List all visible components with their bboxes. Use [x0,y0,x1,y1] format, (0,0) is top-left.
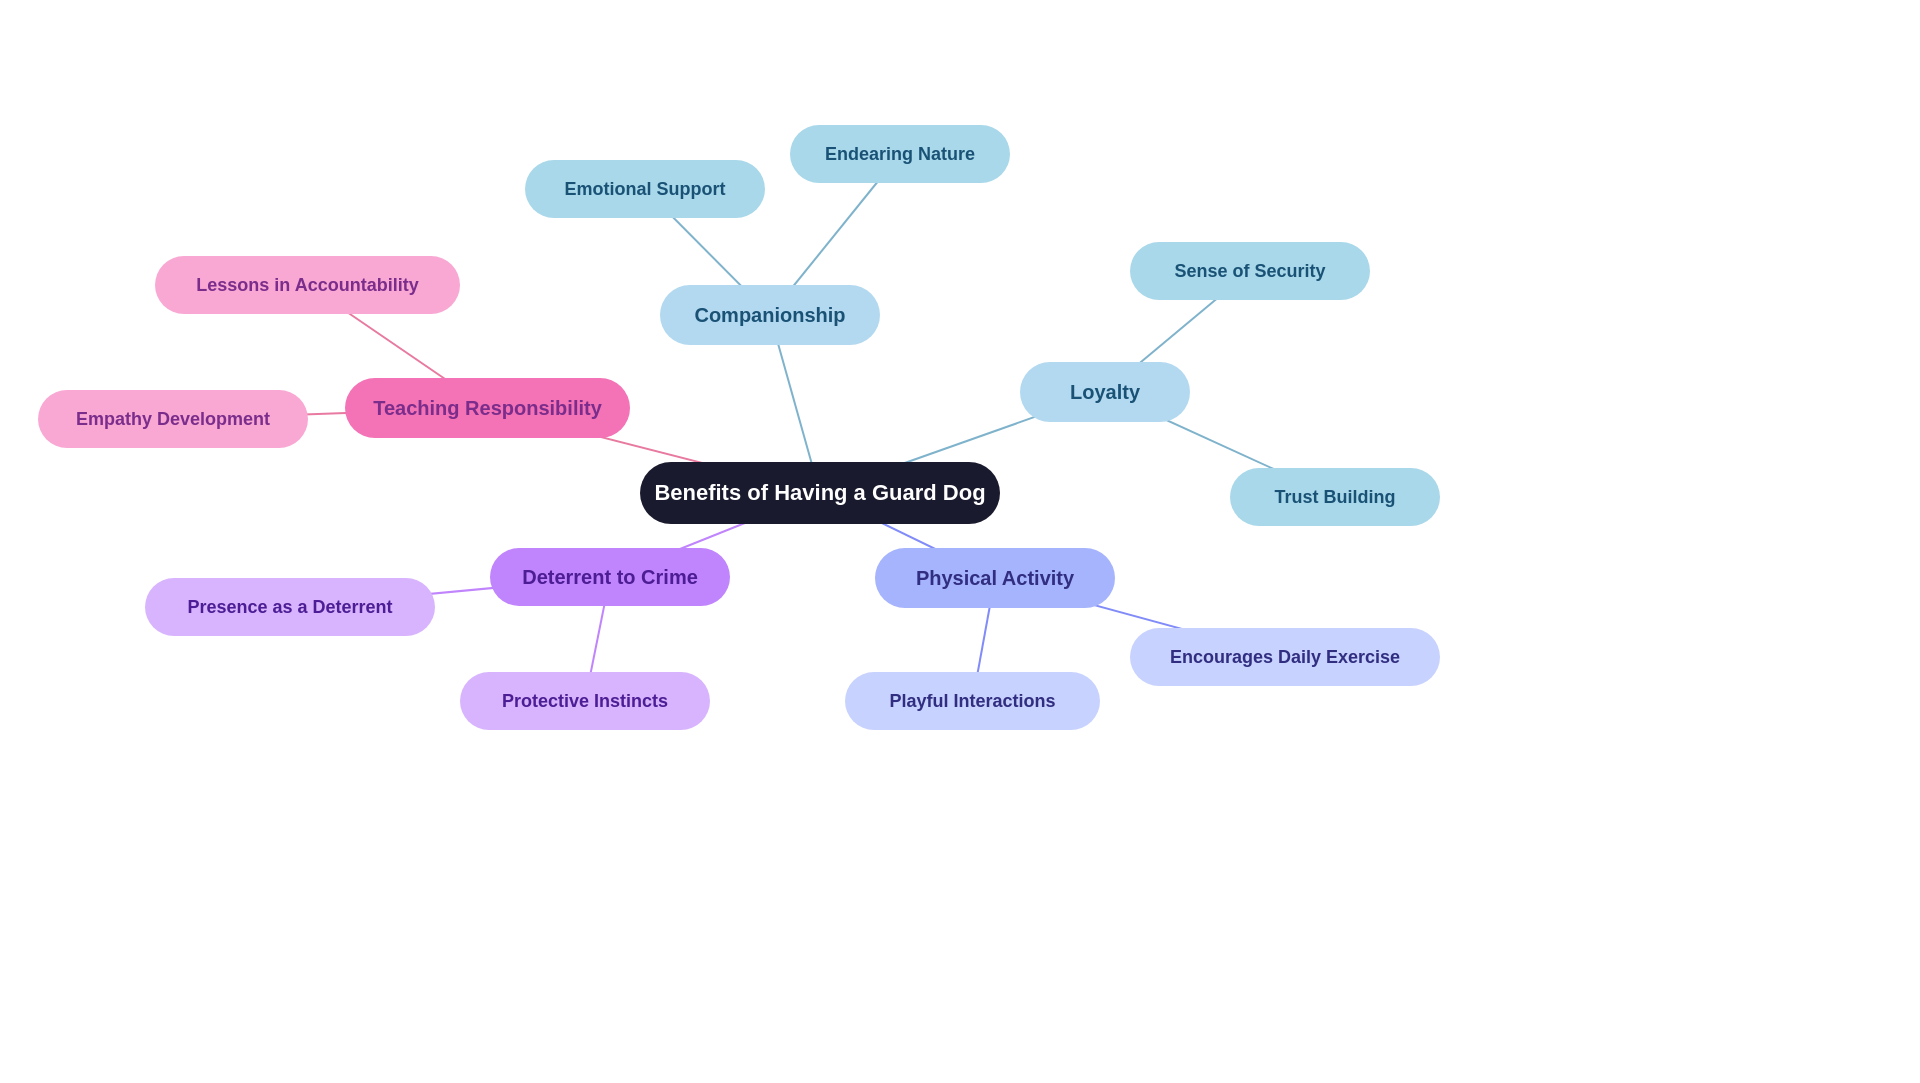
empathy-development-label: Empathy Development [76,409,270,430]
protective-instincts-label: Protective Instincts [502,691,668,712]
teaching-responsibility-node: Teaching Responsibility [345,378,630,438]
center-label: Benefits of Having a Guard Dog [654,480,985,506]
empathy-development-node: Empathy Development [38,390,308,448]
encourages-exercise-node: Encourages Daily Exercise [1130,628,1440,686]
emotional-support-node: Emotional Support [525,160,765,218]
lessons-accountability-node: Lessons in Accountability [155,256,460,314]
companionship-label: Companionship [694,304,845,327]
playful-interactions-node: Playful Interactions [845,672,1100,730]
deterrent-crime-label: Deterrent to Crime [522,566,698,589]
center-node: Benefits of Having a Guard Dog [640,462,1000,524]
endearing-nature-label: Endearing Nature [825,144,975,165]
endearing-nature-node: Endearing Nature [790,125,1010,183]
presence-deterrent-label: Presence as a Deterrent [187,597,392,618]
deterrent-crime-node: Deterrent to Crime [490,548,730,606]
companionship-node: Companionship [660,285,880,345]
sense-of-security-node: Sense of Security [1130,242,1370,300]
loyalty-node: Loyalty [1020,362,1190,422]
emotional-support-label: Emotional Support [565,179,726,200]
encourages-exercise-label: Encourages Daily Exercise [1170,647,1400,668]
presence-deterrent-node: Presence as a Deterrent [145,578,435,636]
physical-activity-label: Physical Activity [916,567,1074,590]
lessons-accountability-label: Lessons in Accountability [196,275,418,296]
teaching-responsibility-label: Teaching Responsibility [373,397,602,420]
playful-interactions-label: Playful Interactions [889,691,1055,712]
sense-of-security-label: Sense of Security [1174,261,1325,282]
trust-building-node: Trust Building [1230,468,1440,526]
loyalty-label: Loyalty [1070,381,1140,404]
protective-instincts-node: Protective Instincts [460,672,710,730]
physical-activity-node: Physical Activity [875,548,1115,608]
trust-building-label: Trust Building [1275,487,1396,508]
